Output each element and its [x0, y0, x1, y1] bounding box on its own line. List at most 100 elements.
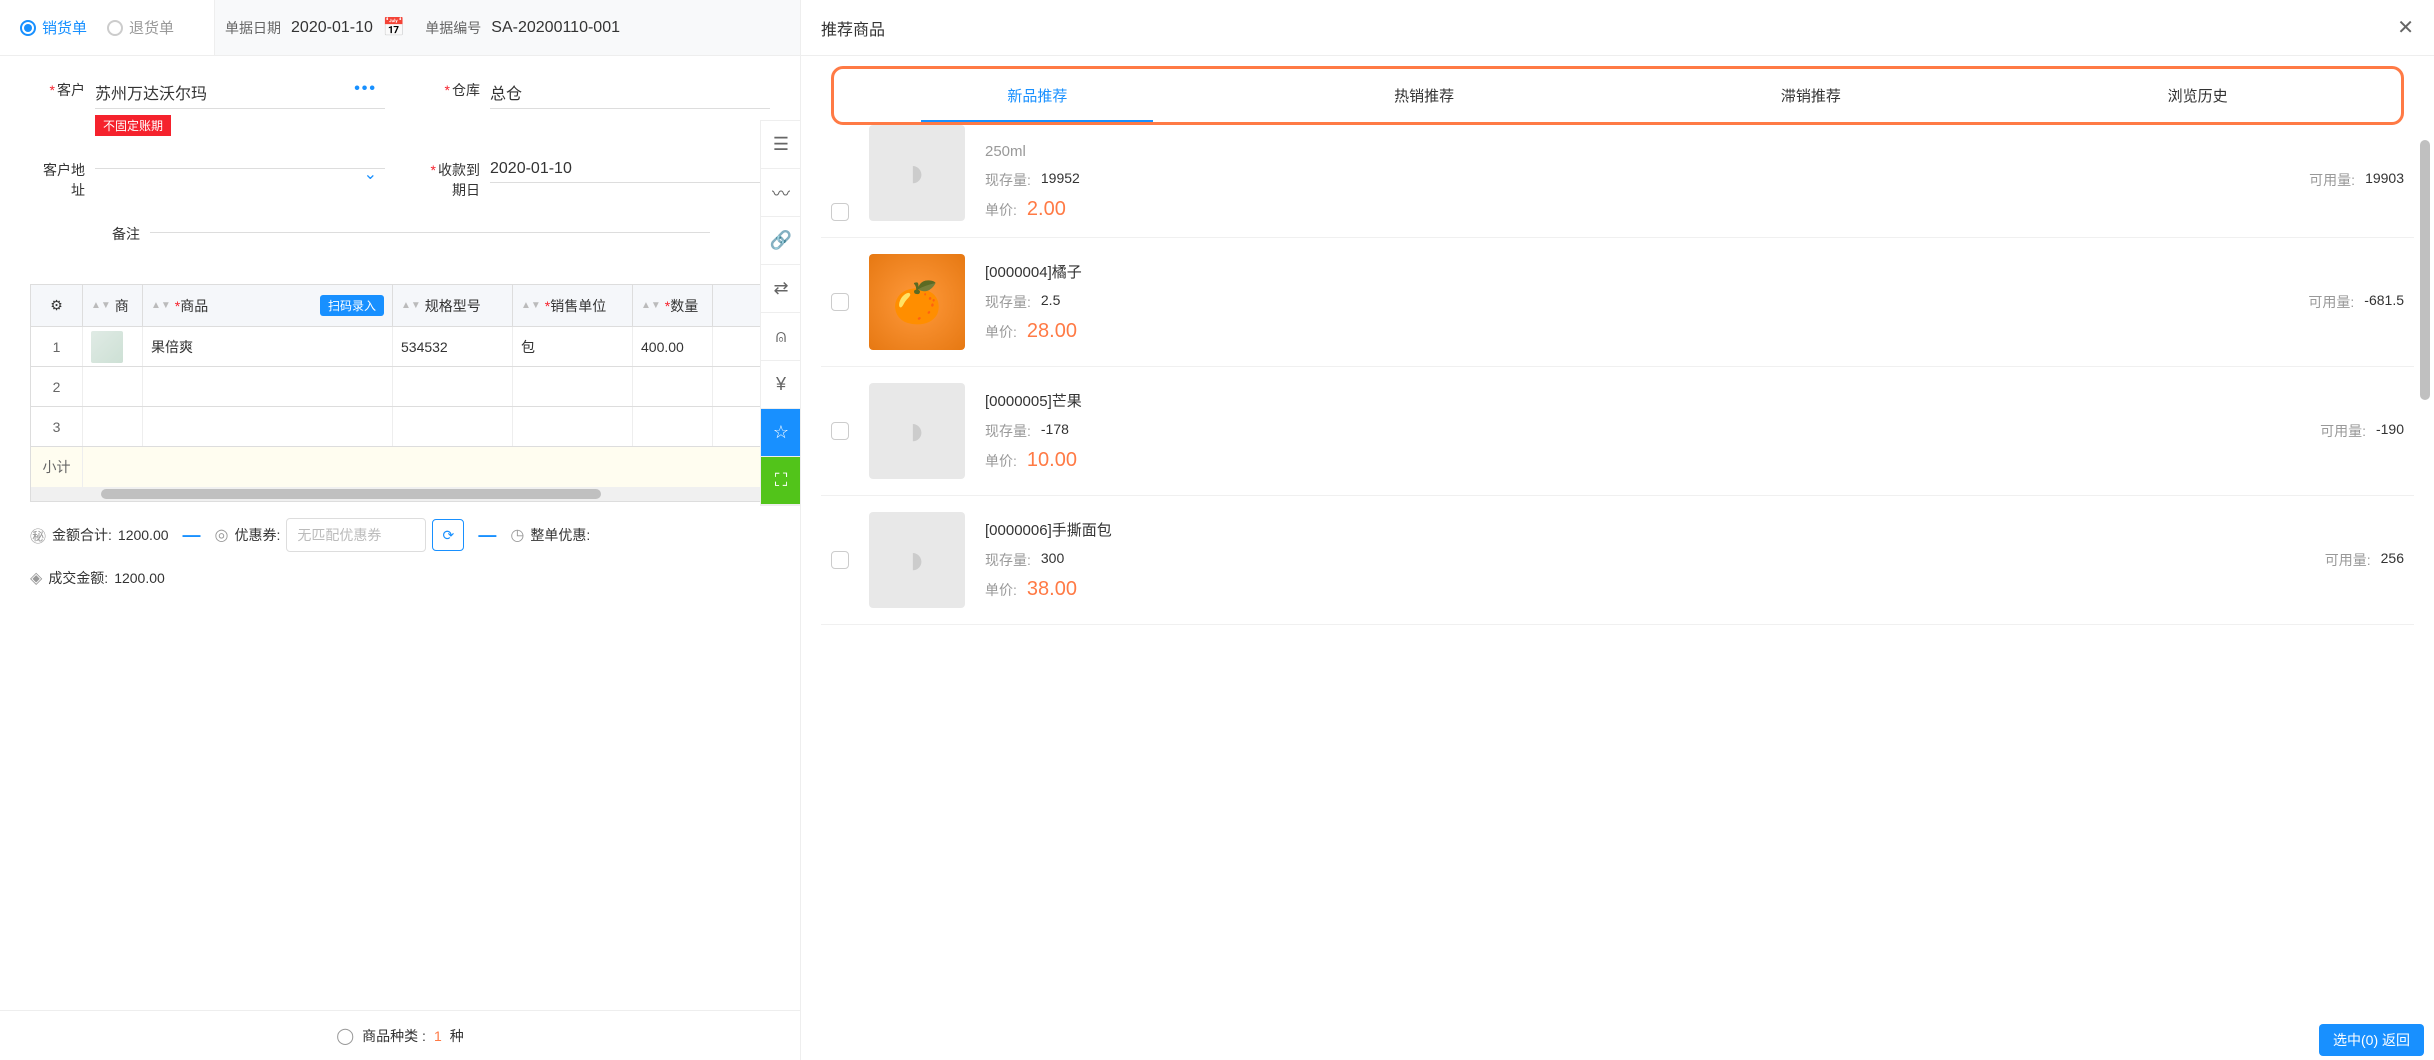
avail-value: 19903	[2365, 170, 2404, 190]
item-name: [0000004]橘子	[985, 261, 2404, 282]
address-input[interactable]: ⌄	[95, 160, 385, 169]
customer-input[interactable]: 苏州万达沃尔玛 •••	[95, 76, 385, 109]
tool-star-icon[interactable]: ☆	[761, 409, 801, 457]
stock-value: -178	[1041, 421, 1069, 441]
minus-icon: —	[478, 525, 496, 546]
calendar-icon[interactable]: 📅	[383, 17, 405, 38]
col-product[interactable]: ▲▼*商品扫码录入	[143, 285, 393, 326]
row-spec[interactable]: 534532	[393, 327, 513, 366]
table-header: ⚙ ▲▼商 ▲▼*商品扫码录入 ▲▼规格型号 ▲▼*销售单位 ▲▼*数量	[31, 285, 769, 327]
tool-doc-icon[interactable]: ☰	[761, 121, 801, 169]
doc-type-tabs: 销货单 退货单	[0, 0, 215, 55]
chevron-down-icon[interactable]: ⌄	[364, 164, 377, 184]
tab-history[interactable]: 浏览历史	[2004, 75, 2391, 116]
coupon-input[interactable]: 无匹配优惠券	[286, 518, 426, 552]
row-index: 1	[31, 327, 83, 366]
deal-label: 成交金额:	[48, 568, 108, 588]
date-value[interactable]: 2020-01-10	[291, 19, 373, 37]
yen-icon: ㊙	[30, 523, 46, 547]
recommend-item[interactable]: ◗ 250ml 现存量: 19952 可用量: 19903 单价: 2.00	[821, 125, 2414, 238]
header-fields: 单据日期 2020-01-10 📅 单据编号 SA-20200110-001	[215, 17, 630, 38]
row-index: 3	[31, 407, 83, 446]
totals-bar: ㊙ 金额合计: 1200.00 — ◎ 优惠券: 无匹配优惠券 ⟳ — ◷ 整单…	[0, 502, 800, 568]
more-icon[interactable]: •••	[354, 80, 377, 98]
table-row[interactable]: 3	[31, 407, 769, 447]
customer-badge: 不固定账期	[95, 115, 171, 136]
stock-value: 300	[1041, 550, 1064, 570]
remark-label: 备注	[30, 220, 140, 244]
col-unit[interactable]: ▲▼*销售单位	[513, 285, 633, 326]
warehouse-label: *仓库	[425, 76, 480, 100]
item-checkbox[interactable]	[831, 203, 849, 221]
right-header: 推荐商品 ✕	[801, 0, 2434, 56]
deal-value: 1200.00	[114, 570, 165, 586]
kinds-suffix: 种	[450, 1026, 464, 1046]
row-product[interactable]: 果倍爽	[143, 327, 393, 366]
tab-return-order[interactable]: 退货单	[107, 17, 174, 38]
product-thumb-icon	[91, 331, 123, 363]
stock-value: 2.5	[1041, 292, 1060, 312]
tab-hot[interactable]: 热销推荐	[1231, 75, 1618, 116]
amount-label: 金额合计:	[52, 525, 112, 545]
tool-expand-icon[interactable]: ⛶	[761, 457, 801, 505]
side-toolbar: ☰ 〰 🔗 ⇄ ⍝ ¥ ☆ ⛶	[760, 120, 800, 506]
horizontal-scrollbar[interactable]	[31, 487, 769, 501]
avail-value: -681.5	[2364, 292, 2404, 312]
recommend-item[interactable]: ◗ [0000006]手撕面包 现存量:300 可用量:256 单价:38.00	[821, 496, 2414, 625]
line-items-table: ⚙ ▲▼商 ▲▼*商品扫码录入 ▲▼规格型号 ▲▼*销售单位 ▲▼*数量 1 果…	[30, 284, 770, 502]
table-row[interactable]: 1 果倍爽 534532 包 400.00	[31, 327, 769, 367]
tool-link-icon[interactable]: 🔗	[761, 217, 801, 265]
coupon-label: 优惠券:	[234, 525, 280, 545]
row-thumb	[83, 327, 143, 366]
col-qty[interactable]: ▲▼*数量	[633, 285, 713, 326]
table-row[interactable]: 2	[31, 367, 769, 407]
product-image: 🍊	[869, 254, 965, 350]
vertical-scrollbar[interactable]	[2420, 140, 2430, 400]
footer-bar: ◯ 商品种类 : 1 种	[0, 1010, 800, 1060]
price-value: 2.00	[1027, 198, 1066, 221]
due-input[interactable]: 2020-01-10	[490, 156, 770, 183]
tool-chart-icon[interactable]: 〰	[761, 169, 801, 217]
col-spec[interactable]: ▲▼规格型号	[393, 285, 513, 326]
price-value: 10.00	[1027, 449, 1077, 472]
tab-sales-label: 销货单	[42, 17, 87, 38]
tab-new[interactable]: 新品推荐	[844, 75, 1231, 116]
price-value: 38.00	[1027, 578, 1077, 601]
tool-person-icon[interactable]: ⍝	[761, 313, 801, 361]
row-qty[interactable]: 400.00	[633, 327, 713, 366]
warehouse-input[interactable]: 总仓	[490, 76, 770, 109]
selected-return-button[interactable]: 选中(0) 返回	[2319, 1024, 2424, 1056]
close-icon[interactable]: ✕	[2397, 15, 2414, 40]
gear-column[interactable]: ⚙	[31, 285, 83, 326]
item-checkbox[interactable]	[831, 293, 849, 311]
tab-return-label: 退货单	[129, 17, 174, 38]
avail-value: 256	[2381, 550, 2404, 570]
remark-input[interactable]	[150, 224, 710, 233]
recommend-item[interactable]: 🍊 [0000004]橘子 现存量:2.5 可用量:-681.5 单价:28.0…	[821, 238, 2414, 367]
date-label: 单据日期	[225, 18, 281, 38]
subtotal-row: 小计	[31, 447, 769, 487]
due-label: *收款到期日	[425, 156, 480, 200]
tool-exchange-icon[interactable]: ⇄	[761, 265, 801, 313]
item-name: [0000006]手撕面包	[985, 519, 2404, 540]
deal-icon: ◈	[30, 568, 42, 588]
tab-sales-order[interactable]: 销货单	[20, 17, 87, 38]
product-image-placeholder: ◗	[869, 125, 965, 221]
stock-label: 现存量:	[985, 170, 1031, 190]
recommend-item[interactable]: ◗ [0000005]芒果 现存量:-178 可用量:-190 单价:10.00	[821, 367, 2414, 496]
tool-yen-icon[interactable]: ¥	[761, 361, 801, 409]
recommend-list[interactable]: ◗ 250ml 现存量: 19952 可用量: 19903 单价: 2.00 🍊 [0…	[801, 125, 2434, 1005]
row-unit[interactable]: 包	[513, 327, 633, 366]
tab-slow[interactable]: 滞销推荐	[1618, 75, 2005, 116]
scan-badge[interactable]: 扫码录入	[320, 295, 384, 316]
item-checkbox[interactable]	[831, 422, 849, 440]
col-shang[interactable]: ▲▼商	[83, 285, 143, 326]
avail-label: 可用量:	[2309, 170, 2355, 190]
stock-value: 19952	[1041, 170, 1080, 190]
no-value: SA-20200110-001	[491, 19, 620, 37]
price-label: 单价:	[985, 200, 1017, 220]
item-checkbox[interactable]	[831, 551, 849, 569]
subtotal-label: 小计	[31, 447, 83, 487]
item-name: 250ml	[985, 143, 2404, 160]
refresh-coupon-button[interactable]: ⟳	[432, 519, 464, 551]
